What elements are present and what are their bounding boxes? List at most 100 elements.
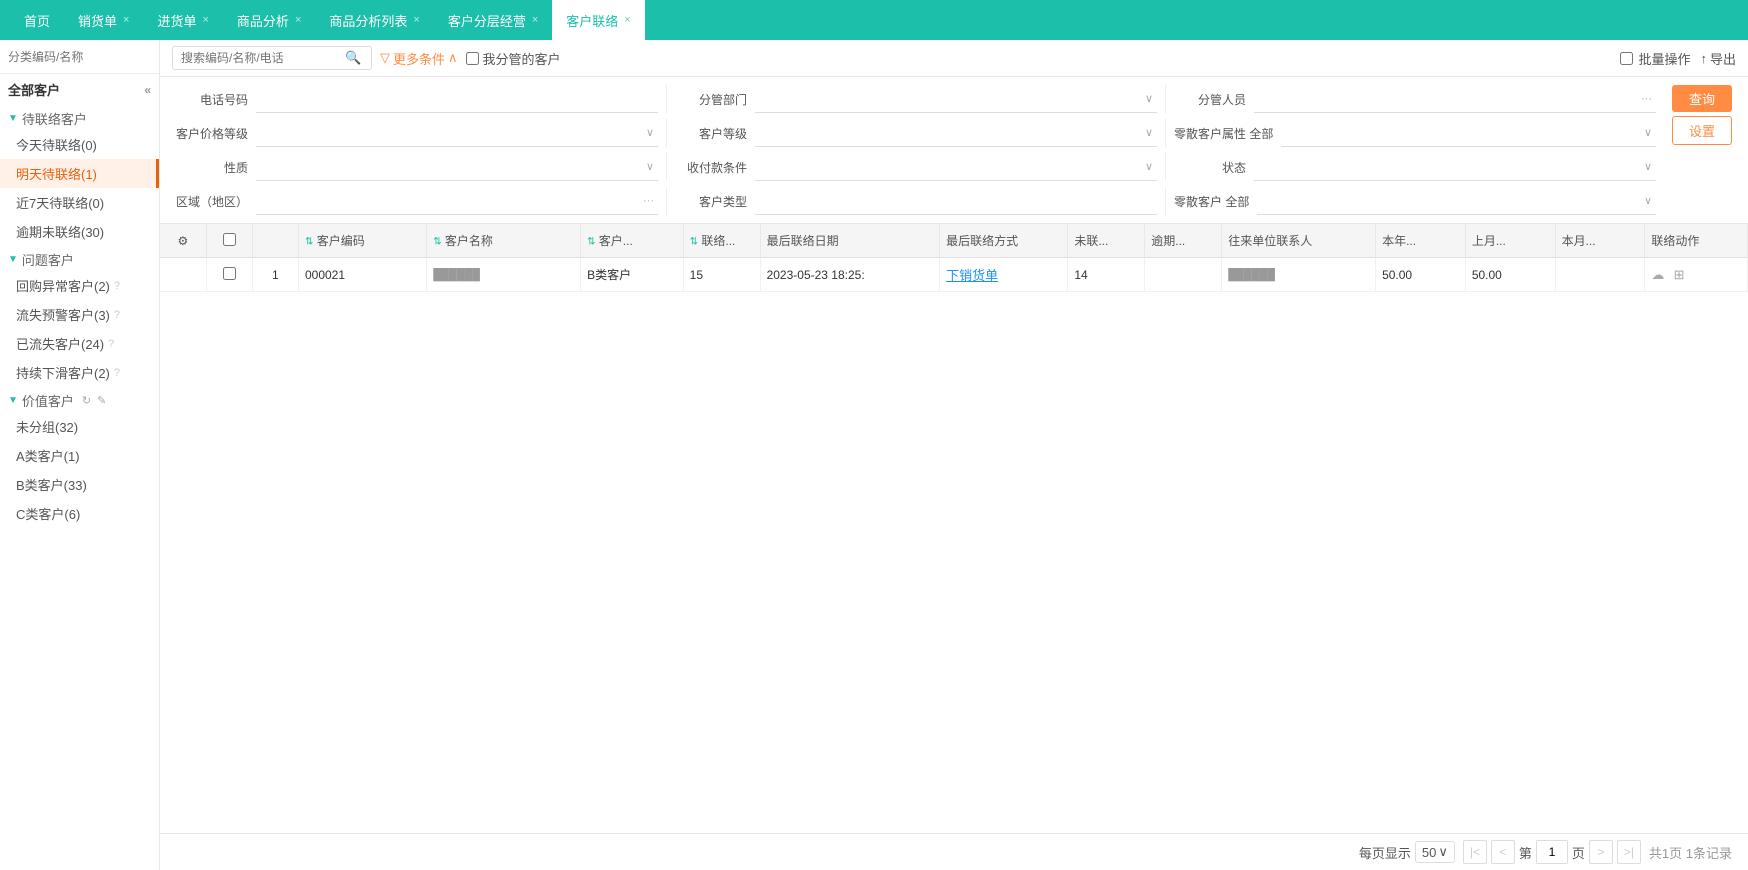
filter-field-customer-level: 客户等级 ∨ bbox=[675, 119, 1157, 147]
divider-6 bbox=[1165, 153, 1166, 181]
nav-customer-contact[interactable]: 客户联络 × bbox=[552, 0, 644, 40]
search-icon[interactable]: 🔍 bbox=[345, 50, 361, 66]
td-contact: 15 bbox=[683, 258, 760, 292]
page-size-selector: 每页显示 50 ∨ bbox=[1359, 841, 1455, 863]
td-check[interactable] bbox=[206, 258, 252, 292]
batch-op-button[interactable]: 批量操作 bbox=[1620, 49, 1690, 68]
filter-select-customer-type[interactable] bbox=[755, 187, 1157, 215]
filter-select-dept[interactable]: ∨ bbox=[755, 85, 1157, 113]
close-customer-stratification-icon[interactable]: × bbox=[532, 14, 538, 26]
filter-input-phone[interactable] bbox=[256, 85, 658, 113]
filter-panel: 电话号码 分管部门 ∨ 分管人员 bbox=[160, 77, 1748, 224]
sidebar-all-customers[interactable]: 全部客户 « bbox=[0, 74, 159, 105]
value-refresh-icon[interactable]: ↻ bbox=[82, 394, 91, 407]
total-info: 共1页 1条记录 bbox=[1649, 843, 1732, 862]
nav-sales-order[interactable]: 销货单 × bbox=[64, 0, 143, 40]
filter-field-retail-attr: 零散客户属性 全部 ∨ bbox=[1174, 119, 1656, 147]
select-all-checkbox[interactable] bbox=[223, 233, 236, 246]
chevron-down-icon-level: ∨ bbox=[1145, 126, 1153, 139]
close-product-analysis-icon[interactable]: × bbox=[295, 14, 301, 26]
collapse-icon: « bbox=[144, 83, 151, 97]
filter-field-retail-customer: 零散客户 全部 ∨ bbox=[1174, 187, 1656, 215]
nav-customer-stratification[interactable]: 客户分层经营 × bbox=[434, 0, 552, 40]
sidebar-item-repurchase[interactable]: 回购异常客户(2) ? bbox=[0, 271, 159, 300]
help-icon-warning[interactable]: ? bbox=[114, 309, 120, 321]
filter-select-nature[interactable]: ∨ bbox=[256, 153, 658, 181]
prev-page-button[interactable]: < bbox=[1491, 840, 1515, 864]
th-check[interactable] bbox=[206, 224, 252, 258]
close-purchase-order-icon[interactable]: × bbox=[202, 14, 208, 26]
td-last-contact-method[interactable]: 下销货单 bbox=[940, 258, 1068, 292]
filter-actions: 查询 设置 bbox=[1672, 85, 1732, 145]
close-customer-contact-icon[interactable]: × bbox=[624, 14, 630, 26]
filter-field-dept: 分管部门 ∨ bbox=[675, 85, 1157, 113]
nav-product-analysis-list[interactable]: 商品分析列表 × bbox=[315, 0, 433, 40]
my-customer-checkbox-label[interactable]: 我分管的客户 bbox=[466, 49, 561, 68]
filter-select-price-level[interactable]: ∨ bbox=[256, 119, 658, 147]
sidebar-item-classB[interactable]: B类客户(33) bbox=[0, 470, 159, 499]
filter-select-retail-customer[interactable]: ∨ bbox=[1257, 187, 1656, 215]
export-button[interactable]: ↑ 导出 bbox=[1700, 49, 1736, 68]
my-customer-checkbox[interactable] bbox=[466, 52, 479, 65]
help-icon-lost[interactable]: ? bbox=[108, 338, 114, 350]
batch-op-checkbox[interactable] bbox=[1620, 52, 1633, 65]
chevron-down-icon-status: ∨ bbox=[1644, 160, 1652, 173]
sidebar-item-classC[interactable]: C类客户(6) bbox=[0, 499, 159, 528]
close-sales-order-icon[interactable]: × bbox=[123, 14, 129, 26]
filter-select-payment[interactable]: ∨ bbox=[755, 153, 1157, 181]
help-icon-declining[interactable]: ? bbox=[114, 367, 120, 379]
triangle-icon-2: ▼ bbox=[8, 254, 18, 265]
sidebar-item-today[interactable]: 今天待联络(0) bbox=[0, 130, 159, 159]
nav-purchase-order[interactable]: 进货单 × bbox=[143, 0, 222, 40]
page-size-box[interactable]: 50 ∨ bbox=[1415, 841, 1455, 863]
chevron-down-icon-retail: ∨ bbox=[1644, 126, 1652, 139]
th-customer-code[interactable]: ⇅ 客户编码 bbox=[298, 224, 426, 258]
nav-product-analysis[interactable]: 商品分析 × bbox=[223, 0, 315, 40]
next-page-button[interactable]: > bbox=[1589, 840, 1613, 864]
value-edit-icon[interactable]: ✎ bbox=[97, 394, 106, 407]
th-customer-type[interactable]: ⇅ 客户... bbox=[581, 224, 684, 258]
td-action[interactable]: ☁ ⊞ bbox=[1645, 258, 1748, 292]
th-last-contact-method: 最后联络方式 bbox=[940, 224, 1068, 258]
page-number-input[interactable] bbox=[1536, 840, 1568, 864]
sidebar-item-warning[interactable]: 流失预警客户(3) ? bbox=[0, 300, 159, 329]
action-icon-1[interactable]: ☁ bbox=[1651, 267, 1664, 282]
filter-select-region[interactable]: ··· bbox=[256, 187, 658, 215]
th-contact[interactable]: ⇅ 联络... bbox=[683, 224, 760, 258]
sidebar-item-lost[interactable]: 已流失客户(24) ? bbox=[0, 329, 159, 358]
sidebar-item-declining[interactable]: 持续下滑客户(2) ? bbox=[0, 358, 159, 387]
help-icon-repurchase[interactable]: ? bbox=[114, 280, 120, 292]
query-button[interactable]: 查询 bbox=[1672, 85, 1732, 112]
last-contact-method-link[interactable]: 下销货单 bbox=[946, 268, 998, 283]
sidebar-item-ungrouped[interactable]: 未分组(32) bbox=[0, 412, 159, 441]
filter-icon: ▽ bbox=[380, 50, 390, 66]
sidebar-item-overdue[interactable]: 逾期未联络(30) bbox=[0, 217, 159, 246]
close-product-analysis-list-icon[interactable]: × bbox=[413, 14, 419, 26]
filter-select-customer-level[interactable]: ∨ bbox=[755, 119, 1157, 147]
filter-field-phone: 电话号码 bbox=[176, 85, 658, 113]
sidebar-item-tomorrow[interactable]: 明天待联络(1) bbox=[0, 159, 159, 188]
last-page-button[interactable]: >| bbox=[1617, 840, 1641, 864]
filter-more-button[interactable]: ▽ 更多条件 ∧ bbox=[380, 49, 458, 68]
sidebar-item-classA[interactable]: A类客户(1) bbox=[0, 441, 159, 470]
th-last-month: 上月... bbox=[1465, 224, 1555, 258]
sidebar-search-input[interactable] bbox=[8, 50, 160, 64]
first-page-button[interactable]: |< bbox=[1463, 840, 1487, 864]
th-customer-name[interactable]: ⇅ 客户名称 bbox=[427, 224, 581, 258]
setting-button[interactable]: 设置 bbox=[1672, 116, 1732, 145]
sidebar-search-box[interactable]: 🔍 bbox=[0, 40, 159, 74]
action-icon-2[interactable]: ⊞ bbox=[1674, 267, 1685, 282]
filter-select-status[interactable]: ∨ bbox=[1254, 153, 1656, 181]
sidebar-item-week7[interactable]: 近7天待联络(0) bbox=[0, 188, 159, 217]
page-suffix: 页 bbox=[1572, 843, 1585, 862]
search-input[interactable] bbox=[181, 51, 341, 65]
row-checkbox[interactable] bbox=[223, 267, 236, 280]
filter-select-person[interactable]: ··· bbox=[1254, 85, 1656, 113]
triangle-icon: ▼ bbox=[8, 113, 18, 124]
search-box[interactable]: 🔍 bbox=[172, 46, 372, 70]
filter-label-customer-type: 客户类型 bbox=[675, 193, 755, 210]
th-gear[interactable]: ⚙ bbox=[160, 224, 206, 258]
nav-home[interactable]: 首页 bbox=[10, 0, 64, 40]
filter-select-retail-attr[interactable]: ∨ bbox=[1281, 119, 1656, 147]
table-area: ⚙ ⇅ 客户编码 ⇅ 客户名称 ⇅ 客户... ⇅ 联络... 最后联络日期 最… bbox=[160, 224, 1748, 833]
